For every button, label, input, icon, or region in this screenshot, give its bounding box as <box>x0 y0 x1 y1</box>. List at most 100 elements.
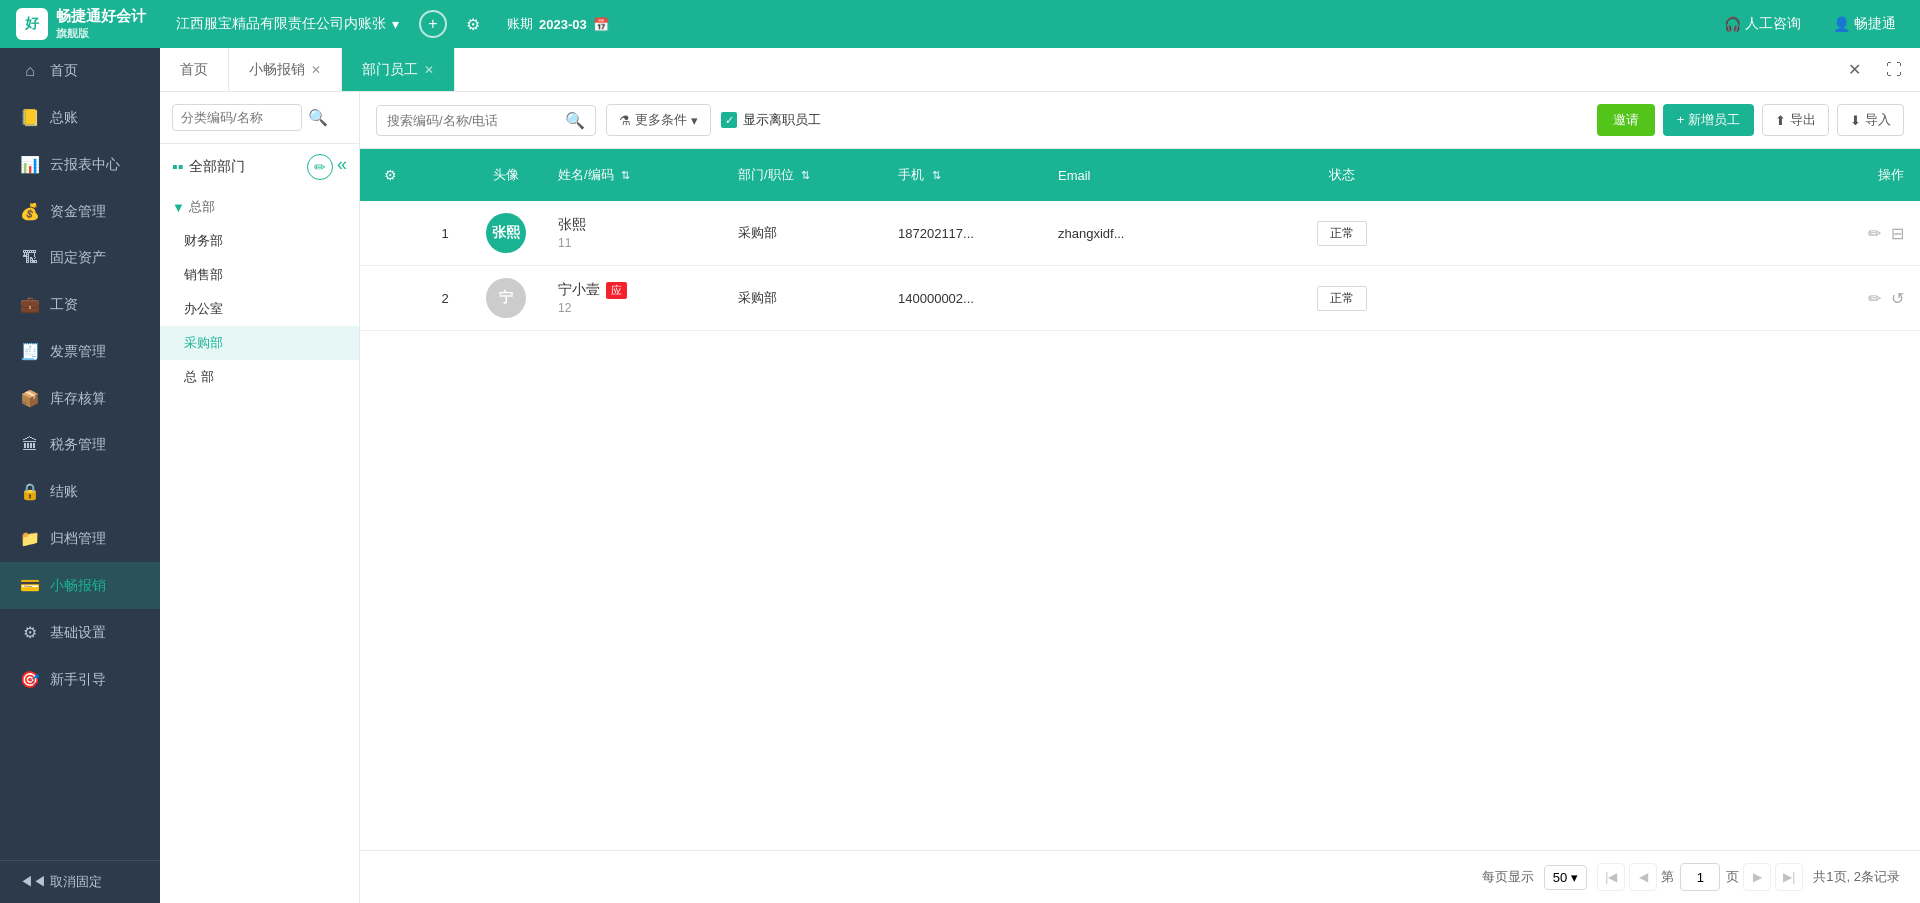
tree-node-caiwubu[interactable]: 财务部 <box>160 224 359 258</box>
page-number-input[interactable] <box>1680 863 1720 891</box>
company-selector[interactable]: 江西服宝精品有限责任公司内账张 ▾ <box>168 11 407 37</box>
tree-root-label: 全部部门 <box>189 158 301 176</box>
add-company-button[interactable]: + <box>419 10 447 38</box>
tab-employees[interactable]: 部门员工 ✕ <box>342 48 455 91</box>
sidebar-label-guide: 新手引导 <box>50 671 106 689</box>
employee-search-input[interactable] <box>387 113 559 128</box>
row1-email: zhangxidf... <box>1042 201 1242 266</box>
import-button[interactable]: ⬇ 导入 <box>1837 104 1904 136</box>
row2-reset-button[interactable]: ↺ <box>1891 289 1904 308</box>
support-button[interactable]: 🎧 人工咨询 <box>1716 11 1809 37</box>
sidebar-item-invoice[interactable]: 🧾 发票管理 <box>0 328 160 375</box>
tab-home[interactable]: 首页 <box>160 48 229 91</box>
page-prev-button[interactable]: ◀ <box>1629 863 1657 891</box>
home-icon: ⌂ <box>20 62 40 80</box>
col-index <box>420 149 470 201</box>
sidebar-item-closing[interactable]: 🔒 结账 <box>0 468 160 515</box>
row2-settings-cell <box>360 266 420 331</box>
sidebar-label-archive: 归档管理 <box>50 530 106 548</box>
company-dropdown-icon: ▾ <box>392 16 399 32</box>
col-name-header[interactable]: 姓名/编码 ⇅ <box>542 149 722 201</box>
col-dept-header[interactable]: 部门/职位 ⇅ <box>722 149 882 201</box>
row2-edit-button[interactable]: ✏ <box>1868 289 1881 308</box>
company-name: 江西服宝精品有限责任公司内账张 <box>176 15 386 33</box>
tab-employees-close[interactable]: ✕ <box>424 63 434 77</box>
tree-parent-zongbu[interactable]: ▼ 总部 <box>160 190 359 224</box>
employee-table-area: ⚙ 头像 姓名/编码 ⇅ <box>360 149 1920 850</box>
page-first-button[interactable]: |◀ <box>1597 863 1625 891</box>
sidebar-item-home[interactable]: ⌂ 首页 <box>0 48 160 94</box>
app-name: 畅捷通好会计 <box>56 7 146 26</box>
page-last-button[interactable]: ▶| <box>1775 863 1803 891</box>
sidebar-label-tax: 税务管理 <box>50 436 106 454</box>
tree-dept-caiwubu: 财务部 <box>184 233 223 248</box>
main-layout: ⌂ 首页 📒 总账 📊 云报表中心 💰 资金管理 🏗 固定资产 💼 工资 🧾 发… <box>0 48 1920 903</box>
user-menu[interactable]: 👤 畅捷通 <box>1825 11 1904 37</box>
tree-root[interactable]: ▪▪ 全部部门 ✏ « <box>160 144 359 190</box>
tree-edit-button[interactable]: ✏ <box>307 154 333 180</box>
tab-expense[interactable]: 小畅报销 ✕ <box>229 48 342 91</box>
row1-ops: ✏ ⊟ <box>1442 201 1920 266</box>
row2-avatar-cell: 宁 <box>470 266 542 331</box>
row1-edit-button[interactable]: ✏ <box>1868 224 1881 243</box>
expense-icon: 💳 <box>20 576 40 595</box>
tree-node-zongbu2[interactable]: 总 部 <box>160 360 359 394</box>
sidebar-item-assets[interactable]: 🏗 固定资产 <box>0 235 160 281</box>
content-area: 首页 小畅报销 ✕ 部门员工 ✕ ✕ ⛶ 🔍 <box>160 48 1920 903</box>
tree-dept-bangongshi: 办公室 <box>184 301 223 316</box>
row1-phone: 187202117... <box>882 201 1042 266</box>
sidebar-item-payroll[interactable]: 💼 工资 <box>0 281 160 328</box>
row2-phone: 140000002... <box>882 266 1042 331</box>
show-resigned-label[interactable]: ✓ 显示离职员工 <box>721 111 821 129</box>
table-row: 2 宁 宁小壹 <box>360 266 1920 331</box>
tree-node-bangongshi[interactable]: 办公室 <box>160 292 359 326</box>
sidebar-label-closing: 结账 <box>50 483 78 501</box>
sidebar-item-ledger[interactable]: 📒 总账 <box>0 94 160 141</box>
col-phone-header[interactable]: 手机 ⇅ <box>882 149 1042 201</box>
col-email-header: Email <box>1042 149 1242 201</box>
tree-search-input[interactable] <box>172 104 302 131</box>
search-icon[interactable]: 🔍 <box>565 111 585 130</box>
sidebar-item-reports[interactable]: 📊 云报表中心 <box>0 141 160 188</box>
tree-search-icon[interactable]: 🔍 <box>308 108 328 127</box>
page-next-button[interactable]: ▶ <box>1743 863 1771 891</box>
tab-close-all-button[interactable]: ✕ <box>1840 56 1868 84</box>
sidebar-item-guide[interactable]: 🎯 新手引导 <box>0 656 160 703</box>
sidebar-item-tax[interactable]: 🏛 税务管理 <box>0 422 160 468</box>
header-settings-button[interactable]: ⚙ <box>459 10 487 38</box>
logo-icon: 好 <box>16 8 48 40</box>
calendar-icon[interactable]: 📅 <box>593 17 609 32</box>
row1-more-button[interactable]: ⊟ <box>1891 224 1904 243</box>
archive-icon: 📁 <box>20 529 40 548</box>
sidebar-label-payroll: 工资 <box>50 296 78 314</box>
per-page-select[interactable]: 50 ▾ <box>1544 865 1587 890</box>
filter-label: 更多条件 <box>635 111 687 129</box>
more-filter-button[interactable]: ⚗ 更多条件 ▾ <box>606 104 711 136</box>
export-button[interactable]: ⬆ 导出 <box>1762 104 1829 136</box>
add-employee-label: + 新增员工 <box>1677 111 1740 129</box>
invite-button[interactable]: 邀请 <box>1597 104 1655 136</box>
name-sort-icon: ⇅ <box>621 169 630 181</box>
tab-expense-close[interactable]: ✕ <box>311 63 321 77</box>
sidebar-item-funds[interactable]: 💰 资金管理 <box>0 188 160 235</box>
add-employee-button[interactable]: + 新增员工 <box>1663 104 1754 136</box>
period-selector: 账期 2023-03 📅 <box>507 15 609 33</box>
sidebar-item-inventory[interactable]: 📦 库存核算 <box>0 375 160 422</box>
show-resigned-checkbox[interactable]: ✓ <box>721 112 737 128</box>
tree-panel: 🔍 ▪▪ 全部部门 ✏ « ▼ 总部 财务部 <box>160 92 360 903</box>
toolbar: 🔍 ⚗ 更多条件 ▾ ✓ 显示离职员工 邀请 <box>360 92 1920 149</box>
table-settings-icon[interactable]: ⚙ <box>376 161 404 189</box>
tab-expand-button[interactable]: ⛶ <box>1880 56 1908 84</box>
sidebar-item-expense[interactable]: 💳 小畅报销 <box>0 562 160 609</box>
tree-node-xiaoshoubu[interactable]: 销售部 <box>160 258 359 292</box>
tree-dept-zongbu: 总部 <box>189 198 215 216</box>
table-body: 1 张熙 张熙 <box>360 201 1920 331</box>
settings-icon: ⚙ <box>20 623 40 642</box>
tree-collapse-button[interactable]: « <box>337 154 347 180</box>
table-row: 1 张熙 张熙 <box>360 201 1920 266</box>
cancel-fixed-button[interactable]: ◀◀ 取消固定 <box>0 860 160 903</box>
tree-node-caigoubu[interactable]: 采购部 <box>160 326 359 360</box>
sidebar-item-settings[interactable]: ⚙ 基础设置 <box>0 609 160 656</box>
sidebar-item-archive[interactable]: 📁 归档管理 <box>0 515 160 562</box>
app-sub: 旗舰版 <box>56 26 146 41</box>
